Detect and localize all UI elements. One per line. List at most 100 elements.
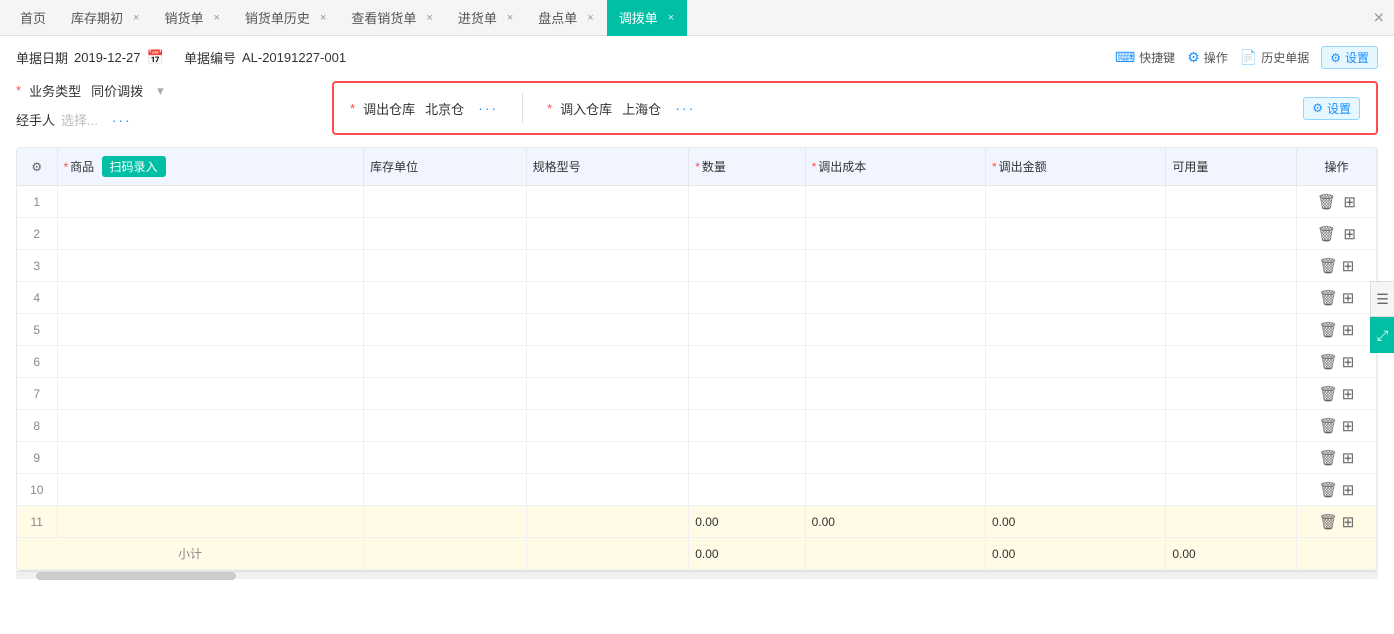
- row-product-2[interactable]: [57, 218, 364, 250]
- row-spec-1[interactable]: [526, 186, 689, 218]
- person-field: 经手人 选择... ···: [16, 110, 316, 129]
- tab-sales-history[interactable]: 销货单历史 ×: [233, 0, 339, 36]
- out-warehouse-value[interactable]: 北京仓: [425, 99, 464, 118]
- subtotal-amount-2: 0.00: [992, 547, 1015, 561]
- row-amount-2[interactable]: [985, 218, 1165, 250]
- row-product-1[interactable]: [57, 186, 364, 218]
- table-row: 10 🗑⊞: [17, 474, 1377, 506]
- warehouse-settings-button[interactable]: ⚙ 设置: [1303, 97, 1360, 120]
- copy-icon-5[interactable]: ⊞: [1342, 322, 1355, 339]
- out-warehouse-more[interactable]: ···: [478, 100, 498, 116]
- out-warehouse-label: 调出仓库: [363, 99, 415, 118]
- date-label: 单据日期: [16, 48, 68, 67]
- person-more-button[interactable]: ···: [112, 112, 132, 128]
- tab-close-inventory-check[interactable]: ×: [587, 12, 593, 24]
- row-qty-2[interactable]: [689, 218, 805, 250]
- copy-icon-1[interactable]: ⊞: [1343, 194, 1356, 211]
- in-warehouse-field: * 调入仓库 上海仓 ···: [547, 99, 695, 118]
- copy-icon-3[interactable]: ⊞: [1342, 258, 1355, 275]
- tab-close-inventory-init[interactable]: ×: [133, 12, 139, 24]
- delete-icon-6[interactable]: 🗑: [1319, 354, 1338, 371]
- calendar-icon[interactable]: 📅: [147, 49, 164, 66]
- tab-close-sales-order[interactable]: ×: [213, 12, 219, 24]
- row-cost-1[interactable]: [805, 186, 985, 218]
- person-input[interactable]: 选择...: [61, 110, 98, 129]
- business-type-dropdown[interactable]: ▾: [157, 83, 164, 99]
- delete-icon-3[interactable]: 🗑: [1319, 258, 1338, 275]
- copy-icon-7[interactable]: ⊞: [1342, 386, 1355, 403]
- business-type-value[interactable]: 同价调拨: [91, 81, 143, 100]
- in-warehouse-value[interactable]: 上海仓: [622, 99, 661, 118]
- tab-view-sales[interactable]: 查看销货单 ×: [339, 0, 445, 36]
- scan-button[interactable]: 扫码录入: [102, 156, 166, 177]
- tab-home[interactable]: 首页: [8, 0, 59, 36]
- items-table: ⚙ *商品 扫码录入 库存单位 规格型号 *数量 *调出成本 *调出金额 可用量…: [17, 148, 1377, 570]
- scrollbar[interactable]: [16, 571, 1378, 579]
- tab-purchase[interactable]: 进货单 ×: [446, 0, 526, 36]
- row-ops-11: 🗑⊞: [1297, 506, 1377, 538]
- tab-sales-order[interactable]: 销货单 ×: [152, 0, 232, 36]
- subtotal-amount: 0.00: [992, 515, 1015, 529]
- date-field: 单据日期 2019-12-27 📅: [16, 48, 164, 67]
- delete-icon-10[interactable]: 🗑: [1319, 482, 1338, 499]
- delete-icon-8[interactable]: 🗑: [1319, 418, 1338, 435]
- delete-icon-5[interactable]: 🗑: [1319, 322, 1338, 339]
- delete-icon-7[interactable]: 🗑: [1319, 386, 1338, 403]
- tab-inventory-check[interactable]: 盘点单 ×: [526, 0, 606, 36]
- row-spec-2[interactable]: [526, 218, 689, 250]
- copy-icon-2[interactable]: ⊞: [1343, 226, 1356, 243]
- float-list-button[interactable]: ☰: [1370, 281, 1394, 317]
- copy-icon-9[interactable]: ⊞: [1342, 450, 1355, 467]
- in-warehouse-more[interactable]: ···: [675, 100, 695, 116]
- table-row: 9 🗑⊞: [17, 442, 1377, 474]
- row-num-8: 8: [17, 410, 57, 442]
- business-type-field: * 业务类型 同价调拨 ▾: [16, 81, 316, 100]
- delete-icon-1[interactable]: 🗑: [1317, 194, 1336, 211]
- tab-close-transfer[interactable]: ×: [668, 12, 674, 24]
- subtotal-label-row: 小计 0.00 0.00 0.00: [17, 538, 1377, 570]
- th-settings[interactable]: ⚙: [17, 148, 57, 186]
- row-unit-2[interactable]: [364, 218, 527, 250]
- operations-button[interactable]: ⚙ 操作: [1187, 49, 1228, 66]
- delete-icon-4[interactable]: 🗑: [1319, 290, 1338, 307]
- form-left: * 业务类型 同价调拨 ▾ 经手人 选择... ···: [16, 81, 316, 129]
- row-amount-1[interactable]: [985, 186, 1165, 218]
- window-close-button[interactable]: ×: [1373, 8, 1384, 29]
- shortcuts-button[interactable]: ⌨ 快捷键: [1115, 49, 1175, 66]
- row-num-7: 7: [17, 378, 57, 410]
- delete-icon-9[interactable]: 🗑: [1319, 450, 1338, 467]
- row-ops-5: 🗑⊞: [1297, 314, 1377, 346]
- tab-close-purchase[interactable]: ×: [507, 12, 513, 24]
- row-unit-1[interactable]: [364, 186, 527, 218]
- row-ops-9: 🗑⊞: [1297, 442, 1377, 474]
- in-warehouse-label: 调入仓库: [560, 99, 612, 118]
- delete-icon-2[interactable]: 🗑: [1317, 226, 1336, 243]
- subtotal-row: 11 0.00 0.00 0.00 🗑⊞: [17, 506, 1377, 538]
- row-qty-1[interactable]: [689, 186, 805, 218]
- row-cost-2[interactable]: [805, 218, 985, 250]
- history-button[interactable]: 📄 历史单据: [1240, 49, 1309, 66]
- in-warehouse-required: *: [547, 101, 552, 116]
- float-expand-button[interactable]: ⤢: [1370, 317, 1394, 353]
- scrollbar-thumb[interactable]: [36, 572, 236, 580]
- copy-icon-8[interactable]: ⊞: [1342, 418, 1355, 435]
- settings-button[interactable]: ⚙ 设置: [1321, 46, 1378, 69]
- row-available-1[interactable]: [1166, 186, 1297, 218]
- history-icon: 📄: [1240, 49, 1257, 66]
- copy-icon-11[interactable]: ⊞: [1342, 514, 1355, 531]
- copy-icon-4[interactable]: ⊞: [1342, 290, 1355, 307]
- th-qty: *数量: [689, 148, 805, 186]
- table-row: 3 🗑⊞: [17, 250, 1377, 282]
- row-num-1: 1: [17, 186, 57, 218]
- tab-close-sales-history[interactable]: ×: [320, 12, 326, 24]
- field-separator: [522, 93, 523, 123]
- table-row: 7 🗑⊞: [17, 378, 1377, 410]
- copy-icon-10[interactable]: ⊞: [1342, 482, 1355, 499]
- tab-close-view-sales[interactable]: ×: [426, 12, 432, 24]
- row-available-2[interactable]: [1166, 218, 1297, 250]
- delete-icon-11[interactable]: 🗑: [1319, 514, 1338, 531]
- tab-inventory-init[interactable]: 库存期初 ×: [59, 0, 152, 36]
- copy-icon-6[interactable]: ⊞: [1342, 354, 1355, 371]
- header-actions: ⌨ 快捷键 ⚙ 操作 📄 历史单据 ⚙ 设置: [1115, 46, 1378, 69]
- tab-transfer[interactable]: 调拨单 ×: [607, 0, 687, 36]
